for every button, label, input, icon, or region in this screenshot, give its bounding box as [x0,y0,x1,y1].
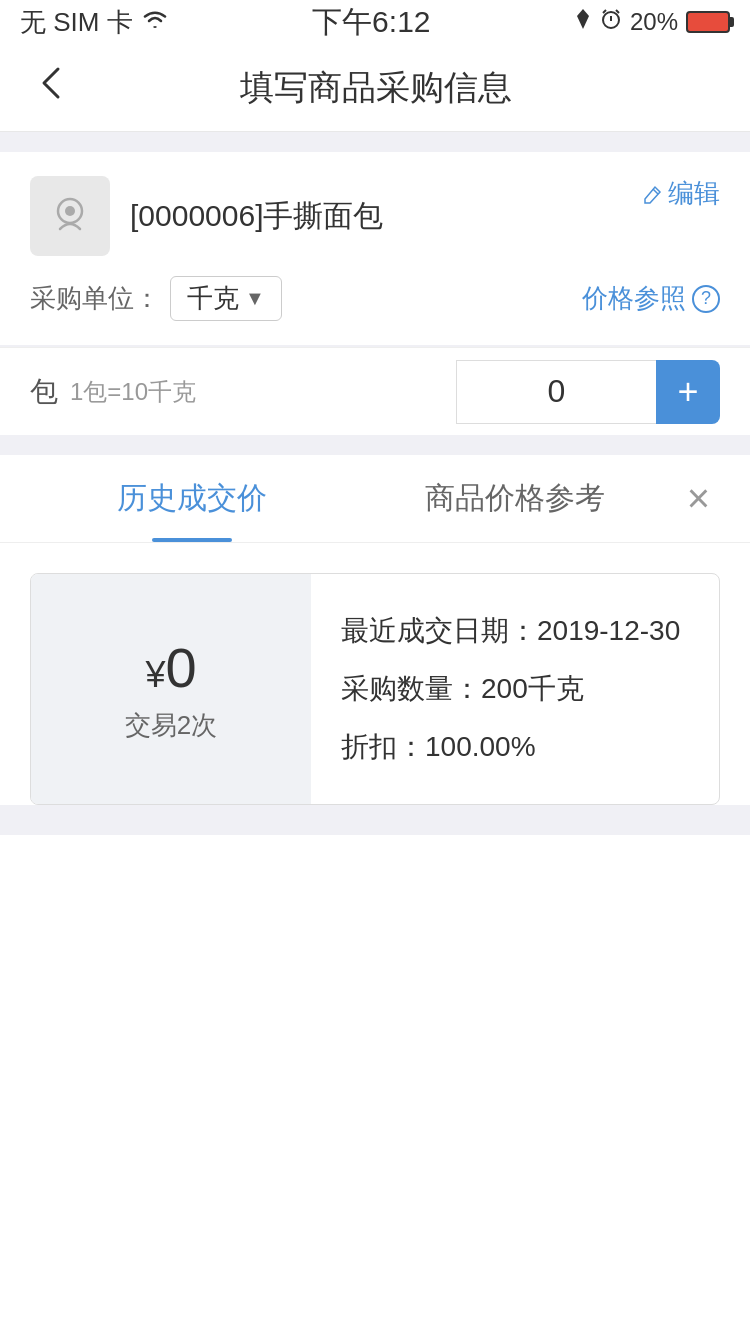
battery-icon [686,11,730,33]
qty-unit-icon: 包 [30,373,58,411]
battery-percent: 20% [630,8,678,36]
status-left: 无 SIM 卡 [20,5,169,40]
status-right: 20% [574,8,730,36]
help-icon: ? [692,285,720,313]
quantity-row: 包 1包=10千克 0 + [0,347,750,435]
tabs-section: 历史成交价 商品价格参考 × ¥0 交易2次 最近成交日期：2019-12-30… [0,455,750,805]
transaction-left: ¥0 交易2次 [31,574,311,804]
price-ref-button[interactable]: 价格参照 ? [582,281,720,316]
product-card: [0000006]手撕面包 编辑 采购单位： 千克 ▼ 价格参照 ? [0,152,750,345]
nav-bar: 填写商品采购信息 [0,44,750,132]
transaction-discount: 折扣：100.00% [341,726,689,768]
qty-plus-button[interactable]: + [656,360,720,424]
svg-line-3 [616,10,619,13]
qty-input[interactable]: 0 [456,360,656,424]
product-thumbnail [30,176,110,256]
product-left: [0000006]手撕面包 [30,176,383,256]
unit-selector[interactable]: 千克 ▼ [170,276,282,321]
qty-unit-info: 包 1包=10千克 [30,373,196,411]
svg-line-2 [603,10,606,13]
transaction-right: 最近成交日期：2019-12-30 采购数量：200千克 折扣：100.00% [311,574,719,804]
chevron-down-icon: ▼ [245,287,265,310]
tab-price-reference[interactable]: 商品价格参考 [353,455,676,542]
alarm-icon [600,8,622,36]
currency-symbol: ¥ [145,654,165,695]
unit-value: 千克 [187,281,239,316]
location-icon [574,8,592,36]
product-name: [0000006]手撕面包 [130,196,383,237]
price-value: 0 [165,636,196,699]
edit-button[interactable]: 编辑 [642,176,720,211]
transaction-date: 最近成交日期：2019-12-30 [341,610,689,652]
back-button[interactable] [30,55,72,120]
page-title: 填写商品采购信息 [92,65,660,111]
status-time: 下午6:12 [312,2,430,43]
transaction-count: 交易2次 [125,708,217,743]
qty-unit-conversion: 1包=10千克 [70,376,196,408]
carrier-text: 无 SIM 卡 [20,5,133,40]
svg-point-5 [65,206,75,216]
status-bar: 无 SIM 卡 下午6:12 20% [0,0,750,44]
tabs-header: 历史成交价 商品价格参考 × [0,455,750,543]
unit-label: 采购单位： [30,281,160,316]
transaction-qty: 采购数量：200千克 [341,668,689,710]
tab-close-button[interactable]: × [677,466,720,531]
qty-controls: 0 + [456,360,720,424]
transaction-price: ¥0 [145,635,196,700]
product-unit-row: 采购单位： 千克 ▼ 价格参照 ? [30,276,720,321]
wifi-icon [141,7,169,38]
tab-history-price[interactable]: 历史成交价 [30,455,353,542]
content-area [0,835,750,1334]
product-header: [0000006]手撕面包 编辑 [30,176,720,256]
transaction-card: ¥0 交易2次 最近成交日期：2019-12-30 采购数量：200千克 折扣：… [30,573,720,805]
